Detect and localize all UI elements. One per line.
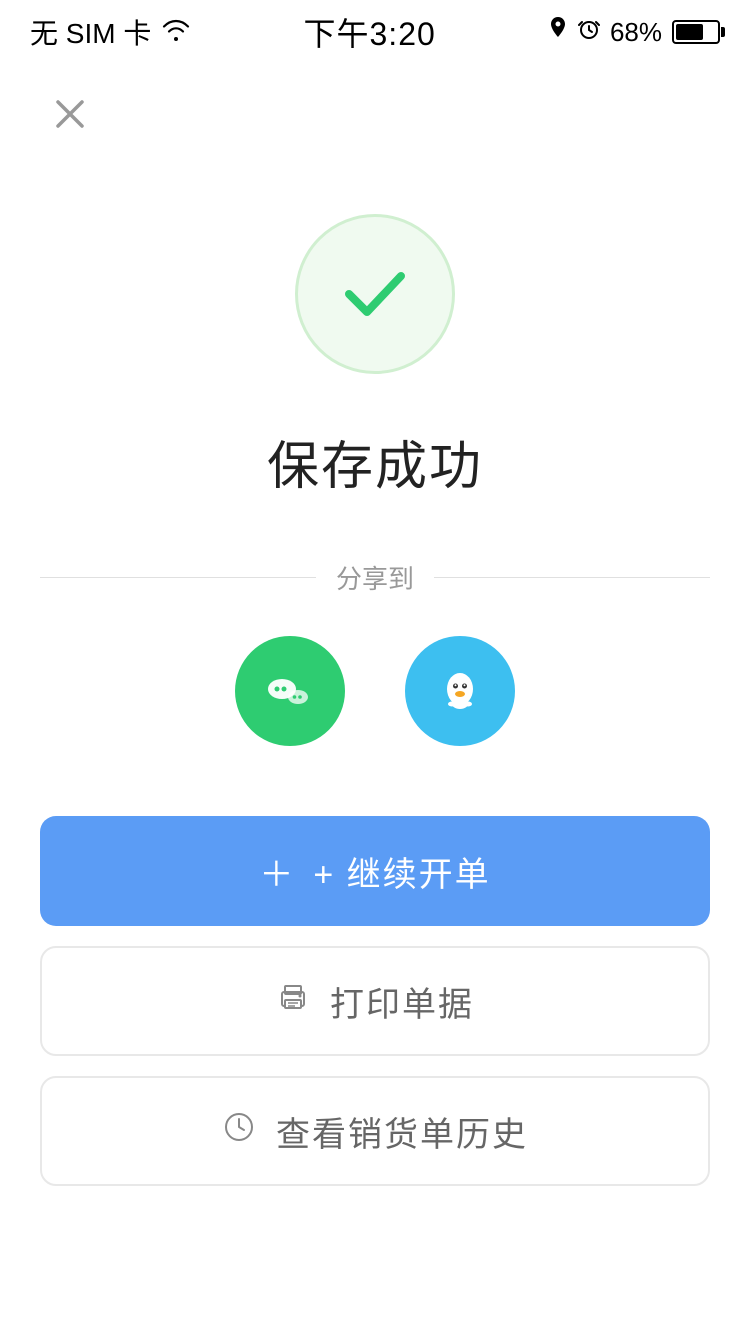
plus-icon: ＋ xyxy=(259,847,293,896)
status-left: 无 SIM 卡 xyxy=(30,12,191,52)
print-button[interactable]: 打印单据 xyxy=(40,946,710,1056)
status-right: 68% xyxy=(548,17,720,48)
success-icon-container xyxy=(295,214,455,374)
success-checkmark-icon xyxy=(335,254,415,334)
share-icons-row xyxy=(40,636,710,746)
wifi-icon xyxy=(161,17,191,48)
location-icon xyxy=(548,17,568,47)
carrier-text: 无 SIM 卡 xyxy=(30,12,151,52)
divider-left xyxy=(40,577,316,578)
action-buttons: ＋ + 继续开单 打印单据 xyxy=(40,816,710,1186)
divider-right xyxy=(434,577,710,578)
print-label: 打印单据 xyxy=(330,977,474,1026)
status-bar: 无 SIM 卡 下午3:20 68% xyxy=(0,0,750,64)
alarm-icon xyxy=(578,18,600,46)
share-label: 分享到 xyxy=(336,559,414,596)
printer-icon xyxy=(276,980,310,1023)
history-label: 查看销货单历史 xyxy=(276,1107,528,1156)
close-button[interactable] xyxy=(40,84,100,144)
history-button[interactable]: 查看销货单历史 xyxy=(40,1076,710,1186)
wechat-share-button[interactable] xyxy=(235,636,345,746)
close-button-area xyxy=(0,64,750,164)
success-title: 保存成功 xyxy=(267,424,483,499)
battery-percent: 68% xyxy=(610,17,662,48)
main-content: 保存成功 分享到 xyxy=(0,164,750,1334)
clock-icon xyxy=(222,1110,256,1153)
continue-label: + 继续开单 xyxy=(313,847,490,896)
qq-share-button[interactable] xyxy=(405,636,515,746)
battery-icon xyxy=(672,20,720,44)
continue-button[interactable]: ＋ + 继续开单 xyxy=(40,816,710,926)
share-divider-row: 分享到 xyxy=(40,559,710,596)
status-time: 下午3:20 xyxy=(304,9,436,55)
share-section: 分享到 xyxy=(40,559,710,746)
